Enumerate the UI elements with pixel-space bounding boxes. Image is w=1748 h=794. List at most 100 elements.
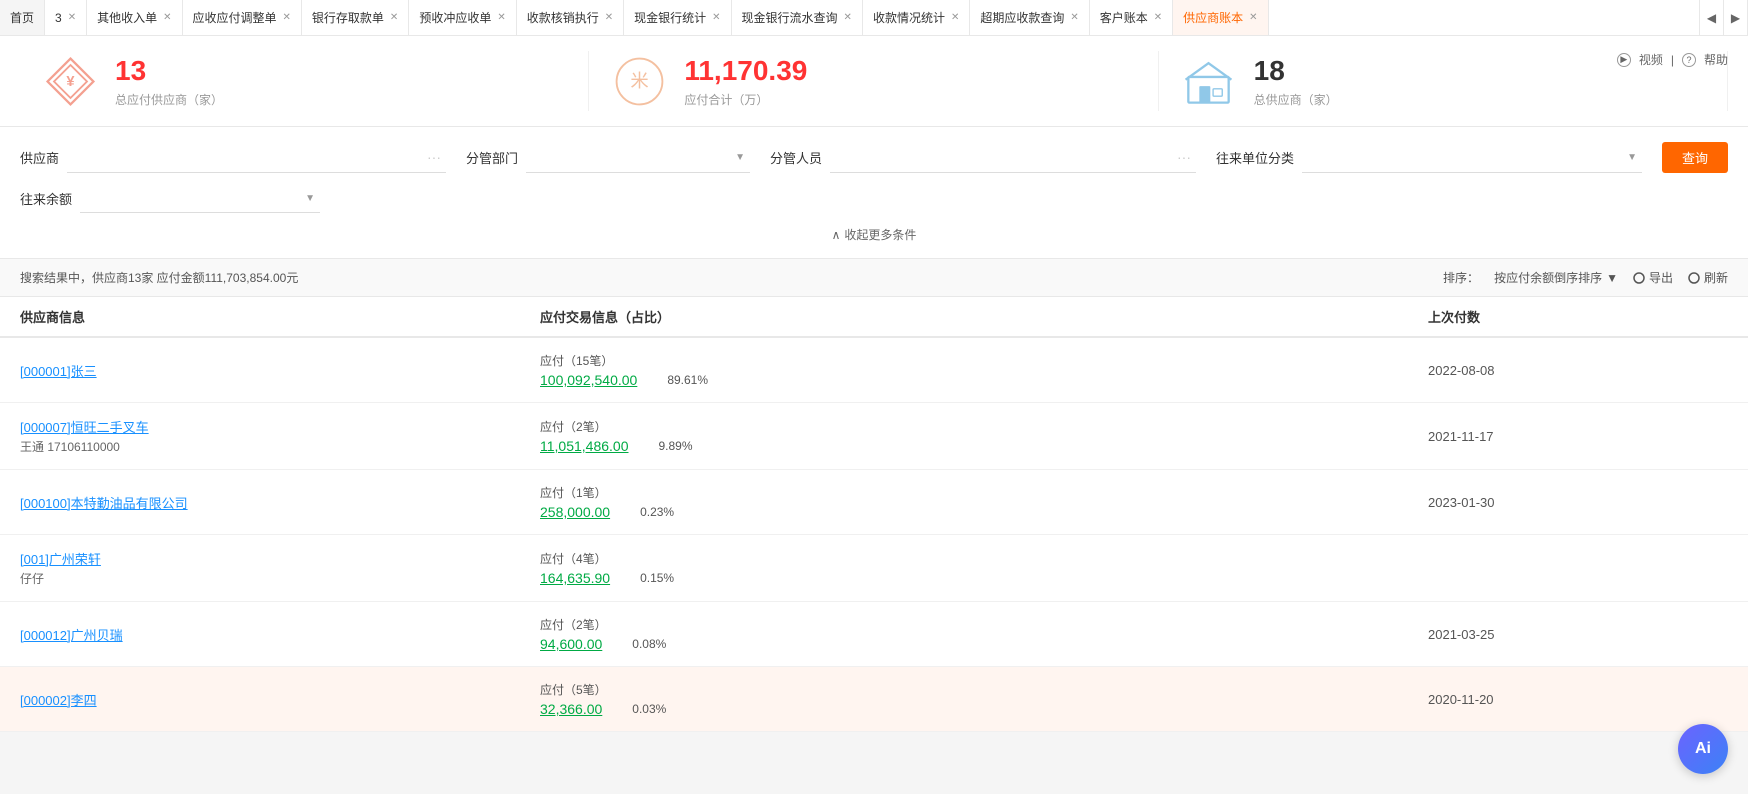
refresh-button[interactable]: 刷新 [1688, 269, 1728, 286]
nav-collection-verify[interactable]: 收款核销执行 ✕ [517, 0, 624, 35]
supplier-input[interactable] [67, 142, 446, 172]
table-row: [000007]恒旺二手叉车 王通 17106110000 应付（2笔） 11,… [0, 403, 1748, 470]
close-overdue-ar[interactable]: ✕ [1070, 12, 1078, 23]
supplier-link[interactable]: [000100]本特勤油品有限公司 [20, 493, 540, 512]
payable-total-icon: 米 [609, 51, 669, 111]
close-bank-deposit[interactable]: ✕ [390, 12, 398, 23]
transaction-amount[interactable]: 94,600.00 [540, 636, 602, 652]
results-actions: 排序： 按应付余额倒序排序 ▼ 导出 刷新 [1443, 269, 1728, 286]
nav-right-arrow[interactable]: ▶ [1724, 0, 1748, 36]
sort-value: 按应付余额倒序排序 [1494, 269, 1602, 286]
supplier-info-cell: [000007]恒旺二手叉车 王通 17106110000 [20, 417, 540, 455]
table-row: [000001]张三 应付（15笔） 100,092,540.00 89.61%… [0, 338, 1748, 403]
nav-supplier-ledger[interactable]: 供应商账本 ✕ [1173, 0, 1268, 35]
close-cash-bank-flow[interactable]: ✕ [844, 12, 852, 23]
nav-cash-bank-flow[interactable]: 现金银行流水查询 ✕ [732, 0, 863, 35]
nav-prepay-ar[interactable]: 预收冲应收单 ✕ [409, 0, 516, 35]
nav-tab3[interactable]: 3 ✕ [45, 0, 87, 35]
search-button[interactable]: 查询 [1662, 142, 1728, 173]
close-supplier-ledger[interactable]: ✕ [1249, 12, 1257, 23]
close-prepay-ar[interactable]: ✕ [497, 12, 505, 23]
supplier-link[interactable]: [000002]李四 [20, 690, 540, 709]
top-right-links: ▶ 视频 | ? 帮助 [1617, 51, 1728, 68]
video-link[interactable]: 视频 [1639, 51, 1663, 68]
transaction-amount[interactable]: 164,635.90 [540, 570, 610, 586]
nav-left-arrow[interactable]: ◀ [1700, 0, 1724, 36]
sort-select[interactable]: 按应付余额倒序排序 ▼ [1494, 269, 1618, 286]
nav-cash-bank-stats[interactable]: 现金银行统计 ✕ [624, 0, 731, 35]
filter-row-2: 往来余额 选择... ▼ [20, 183, 1728, 213]
transaction-label: 应付（15笔） [540, 352, 1428, 369]
last-payment-cell: 2021-03-25 [1428, 627, 1728, 642]
collapse-button[interactable]: ∧ 收起更多条件 [20, 221, 1728, 248]
transaction-pct: 89.61% [667, 373, 708, 387]
transaction-amount[interactable]: 100,092,540.00 [540, 372, 637, 388]
supplier-dots-icon: ··· [427, 149, 441, 165]
close-other-income[interactable]: ✕ [163, 12, 171, 23]
supplier-info-cell: [000012]广州贝瑞 [20, 625, 540, 644]
close-cash-bank-stats[interactable]: ✕ [712, 12, 720, 23]
transaction-pct: 0.23% [640, 505, 674, 519]
last-payment-cell: 2023-01-30 [1428, 495, 1728, 510]
person-dots-icon: ··· [1177, 149, 1191, 165]
transaction-label: 应付（1笔） [540, 484, 1428, 501]
balance-select[interactable]: 选择... [80, 183, 320, 213]
supplier-info-cell: [001]广州荣轩 仔仔 [20, 549, 540, 587]
export-label: 导出 [1649, 269, 1673, 286]
supplier-table: 供应商信息 应付交易信息（占比） 上次付数 [000001]张三 应付（15笔）… [0, 297, 1748, 732]
stat-payable-suppliers: ¥ 13 总应付供应商（家） [20, 51, 589, 111]
nav-other-income[interactable]: 其他收入单 ✕ [87, 0, 182, 35]
nav-customer-ledger[interactable]: 客户账本 ✕ [1090, 0, 1173, 35]
supplier-link[interactable]: [001]广州荣轩 [20, 549, 540, 568]
table-row: [001]广州荣轩 仔仔 应付（4笔） 164,635.90 0.15% [0, 535, 1748, 602]
total-suppliers-icon [1179, 51, 1239, 111]
nav-ar-ap-adjust[interactable]: 应收应付调整单 ✕ [183, 0, 302, 35]
transaction-info-cell: 应付（15笔） 100,092,540.00 89.61% [540, 352, 1428, 388]
filter-supplier: 供应商 ··· [20, 142, 446, 173]
stat-payable-suppliers-number: 13 [115, 54, 223, 88]
dept-select[interactable] [526, 143, 750, 173]
transaction-amount[interactable]: 32,366.00 [540, 701, 602, 717]
help-circle-icon: ? [1682, 53, 1696, 67]
supplier-link[interactable]: [000001]张三 [20, 361, 540, 380]
stat-total-suppliers-number: 18 [1254, 54, 1338, 88]
supplier-link[interactable]: [000007]恒旺二手叉车 [20, 417, 540, 436]
nav-home[interactable]: 首页 [0, 0, 45, 35]
transaction-label: 应付（4笔） [540, 550, 1428, 567]
help-link[interactable]: 帮助 [1704, 51, 1728, 68]
category-label: 往来单位分类 [1216, 148, 1294, 167]
transaction-label: 应付（5笔） [540, 681, 1428, 698]
nav-arrows: ◀ ▶ [1699, 0, 1748, 36]
links-divider: | [1671, 53, 1674, 67]
nav-bank-deposit[interactable]: 银行存取款单 ✕ [302, 0, 409, 35]
table-row: [000012]广州贝瑞 应付（2笔） 94,600.00 0.08% 2021… [0, 602, 1748, 667]
supplier-link[interactable]: [000012]广州贝瑞 [20, 625, 540, 644]
svg-text:¥: ¥ [66, 74, 75, 90]
transaction-pct: 0.03% [632, 702, 666, 716]
close-customer-ledger[interactable]: ✕ [1154, 12, 1162, 23]
close-ar-ap-adjust[interactable]: ✕ [283, 12, 291, 23]
nav-overdue-ar[interactable]: 超期应收款查询 ✕ [970, 0, 1089, 35]
export-button[interactable]: 导出 [1633, 269, 1673, 286]
category-select[interactable] [1302, 143, 1642, 173]
supplier-sub: 王通 17106110000 [20, 438, 540, 455]
table-row: [000002]李四 应付（5笔） 32,366.00 0.03% 2020-1… [0, 667, 1748, 732]
transaction-amount[interactable]: 11,051,486.00 [540, 438, 629, 454]
stat-payable-total: 米 11,170.39 应付合计（万） [589, 51, 1158, 111]
transaction-amount[interactable]: 258,000.00 [540, 504, 610, 520]
last-payment-cell: 2021-11-17 [1428, 429, 1728, 444]
sort-label: 排序： [1443, 269, 1479, 286]
person-label: 分管人员 [770, 148, 822, 167]
close-collection-verify[interactable]: ✕ [605, 12, 613, 23]
close-tab3[interactable]: ✕ [68, 12, 76, 23]
ai-button[interactable]: Ai [1678, 724, 1728, 774]
nav-collection-stats[interactable]: 收款情况统计 ✕ [863, 0, 970, 35]
filter-row-1: 供应商 ··· 分管部门 ▼ 分管人员 ··· [20, 142, 1728, 173]
supplier-info-cell: [000100]本特勤油品有限公司 [20, 493, 540, 512]
transaction-label: 应付（2笔） [540, 616, 1428, 633]
stats-header: ¥ 13 总应付供应商（家） 米 11,170.39 应付合计（万） [0, 36, 1748, 127]
person-input[interactable] [830, 142, 1196, 172]
payable-suppliers-icon: ¥ [40, 51, 100, 111]
close-collection-stats[interactable]: ✕ [951, 12, 959, 23]
table-row: [000100]本特勤油品有限公司 应付（1笔） 258,000.00 0.23… [0, 470, 1748, 535]
